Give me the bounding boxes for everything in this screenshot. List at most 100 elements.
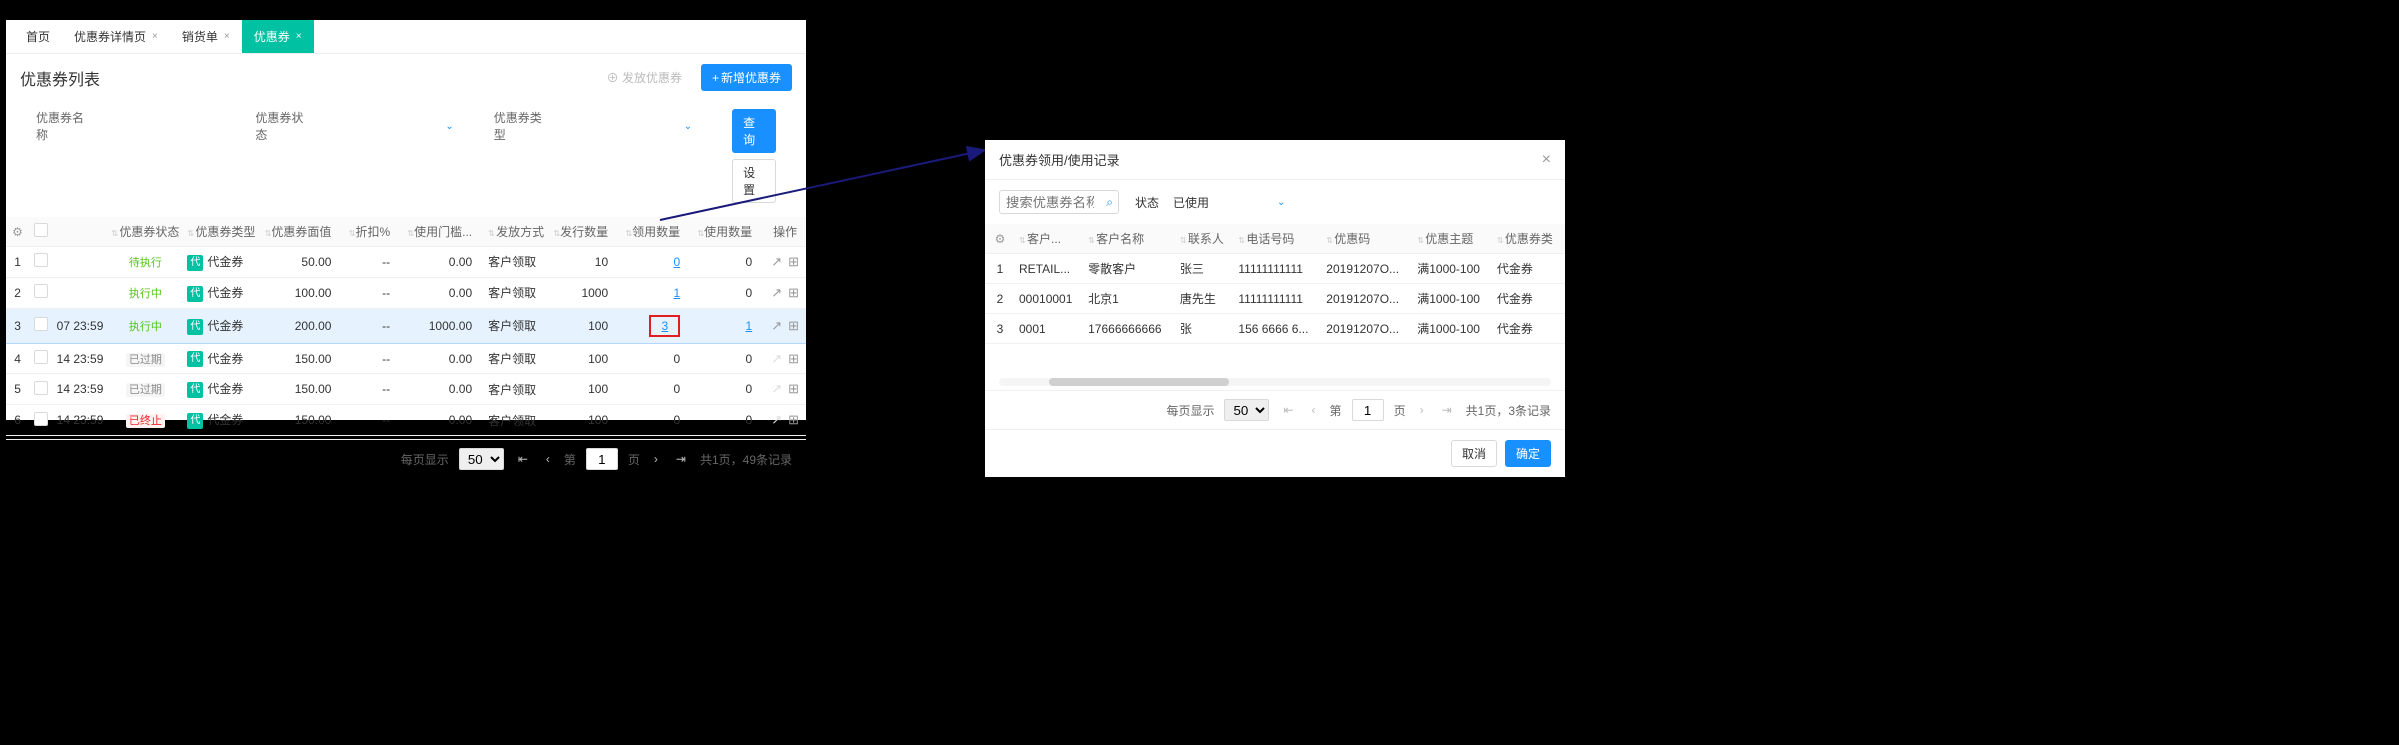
row-checkbox[interactable]	[34, 381, 48, 395]
col-subject[interactable]: 优惠主题	[1413, 224, 1493, 254]
modal-page-input[interactable]	[1352, 399, 1384, 421]
next-page-button[interactable]: ›	[650, 452, 662, 466]
share-icon[interactable]: ↗	[771, 254, 782, 269]
claim-qty-link[interactable]: 1	[673, 286, 680, 300]
prev-page-button[interactable]: ‹	[542, 452, 554, 466]
table-row[interactable]: 3000117666666666张156 6666 6...20191207O.…	[985, 314, 1565, 344]
table-row[interactable]: 414 23:59已过期代代金券150.00--0.00客户领取10000↗⊞	[6, 343, 806, 374]
qrcode-icon[interactable]: ⊞	[788, 254, 799, 269]
table-row[interactable]: 1待执行代代金券50.00--0.00客户领取1000↗⊞	[6, 247, 806, 278]
col-phone[interactable]: 电话号码	[1234, 224, 1322, 254]
row-checkbox[interactable]	[34, 284, 48, 298]
modal-search-input[interactable]	[999, 190, 1119, 214]
filter-status-select[interactable]	[320, 114, 453, 138]
filter-name-input[interactable]	[95, 114, 215, 138]
table-row[interactable]: 307 23:59执行中代代金券200.00--1000.00客户领取10031…	[6, 308, 806, 343]
gear-icon[interactable]	[12, 225, 23, 239]
modal-prev-page[interactable]: ‹	[1308, 403, 1320, 417]
per-page-select[interactable]: 50	[459, 448, 504, 470]
modal-title: 优惠券领用/使用记录	[999, 150, 1120, 169]
col-use-qty[interactable]: 使用数量	[692, 217, 764, 247]
qrcode-icon[interactable]: ⊞	[788, 412, 799, 427]
col-claim-qty[interactable]: 领用数量	[620, 217, 692, 247]
modal-next-page[interactable]: ›	[1416, 403, 1428, 417]
table-row[interactable]: 200010001北京1唐先生1111111111120191207O...满1…	[985, 284, 1565, 314]
page-input[interactable]	[586, 448, 618, 470]
modal-pager: 每页显示 50 ⇤ ‹ 第 页 › ⇥ 共1页，3条记录	[985, 390, 1565, 429]
tab[interactable]: 销货单 ×	[170, 20, 242, 53]
col-cust-no[interactable]: 客户...	[1015, 224, 1084, 254]
select-all-checkbox[interactable]	[34, 223, 48, 237]
col-code[interactable]: 优惠码	[1322, 224, 1413, 254]
row-checkbox[interactable]	[34, 253, 48, 267]
col-discount[interactable]: 折扣%	[343, 217, 402, 247]
close-icon[interactable]: ×	[296, 31, 302, 42]
modal-per-page-select[interactable]: 50	[1224, 399, 1269, 421]
coupon-list-panel: 首页优惠券详情页×销货单×优惠券× 优惠券列表 ⊕ 发放优惠券 +新增优惠券 优…	[6, 20, 806, 420]
col-issue-qty[interactable]: 发行数量	[548, 217, 620, 247]
claim-qty-highlight[interactable]: 3	[649, 315, 680, 337]
row-checkbox[interactable]	[34, 350, 48, 364]
use-qty-link[interactable]: 1	[746, 319, 753, 333]
col-type[interactable]: 优惠券类型	[183, 217, 259, 247]
status-badge: 已过期	[126, 353, 165, 367]
table-row[interactable]: 1RETAIL...零散客户张三1111111111120191207O...满…	[985, 254, 1565, 284]
row-checkbox[interactable]	[34, 317, 48, 331]
search-icon[interactable]: ⌕	[1106, 195, 1113, 210]
tab-bar: 首页优惠券详情页×销货单×优惠券×	[6, 20, 806, 54]
first-page-button[interactable]: ⇤	[514, 452, 532, 466]
qrcode-icon[interactable]: ⊞	[788, 351, 799, 366]
filter-type-label: 优惠券类型	[494, 109, 551, 143]
share-icon: ↗	[771, 351, 782, 366]
chevron-down-icon	[684, 121, 692, 132]
col-threshold[interactable]: 使用门槛...	[402, 217, 484, 247]
type-badge-icon: 代	[187, 413, 203, 429]
tab[interactable]: 优惠券×	[242, 20, 314, 53]
qrcode-icon[interactable]: ⊞	[788, 285, 799, 300]
tab-label: 优惠券详情页	[74, 28, 146, 45]
col-status[interactable]: 优惠券状态	[107, 217, 183, 247]
close-icon[interactable]: ×	[224, 31, 230, 42]
horizontal-scrollbar[interactable]	[999, 378, 1551, 386]
col-method[interactable]: 发放方式	[484, 217, 548, 247]
confirm-button[interactable]: 确定	[1505, 440, 1551, 467]
filter-bar: 优惠券名称 优惠券状态 优惠券类型 查询 设置	[6, 101, 806, 217]
modal-first-page[interactable]: ⇤	[1279, 403, 1297, 417]
col-type[interactable]: 优惠券类	[1493, 224, 1565, 254]
type-badge-icon: 代	[187, 351, 203, 367]
query-button[interactable]: 查询	[732, 109, 776, 153]
share-icon[interactable]: ↗	[771, 318, 782, 333]
close-icon[interactable]: ×	[152, 31, 158, 42]
type-badge-icon: 代	[187, 286, 203, 302]
table-row[interactable]: 2执行中代代金券100.00--0.00客户领取100010↗⊞	[6, 277, 806, 308]
col-contact[interactable]: 联系人	[1176, 224, 1235, 254]
gear-icon[interactable]	[995, 232, 1006, 246]
tab[interactable]: 首页	[14, 20, 62, 53]
share-icon: ↗	[771, 412, 782, 427]
chevron-down-icon	[445, 121, 453, 132]
col-face[interactable]: 优惠券面值	[259, 217, 343, 247]
chevron-down-icon[interactable]	[1277, 197, 1285, 208]
status-badge: 执行中	[126, 287, 165, 301]
claim-qty-link[interactable]: 0	[673, 255, 680, 269]
col-cust-name[interactable]: 客户名称	[1084, 224, 1176, 254]
tab-label: 销货单	[182, 28, 218, 45]
filter-type-select[interactable]	[559, 114, 692, 138]
cancel-button[interactable]: 取消	[1451, 440, 1497, 467]
close-icon[interactable]: ×	[1542, 151, 1551, 169]
add-coupon-label: 新增优惠券	[721, 71, 781, 85]
tab[interactable]: 优惠券详情页 ×	[62, 20, 170, 53]
last-page-button[interactable]: ⇥	[672, 452, 690, 466]
add-coupon-button[interactable]: +新增优惠券	[701, 64, 792, 91]
settings-button[interactable]: 设置	[732, 159, 776, 203]
table-row[interactable]: 614 23:59已终止代代金券150.00--0.00客户领取10000↗⊞	[6, 405, 806, 436]
qrcode-icon[interactable]: ⊞	[788, 381, 799, 396]
qrcode-icon[interactable]: ⊞	[788, 318, 799, 333]
modal-last-page[interactable]: ⇥	[1438, 403, 1456, 417]
share-icon[interactable]: ↗	[771, 285, 782, 300]
table-row[interactable]: 514 23:59已过期代代金券150.00--0.00客户领取10000↗⊞	[6, 374, 806, 405]
coupon-table: 优惠券状态 优惠券类型 优惠券面值 折扣% 使用门槛... 发放方式 发行数量 …	[6, 217, 806, 439]
issue-coupon-button[interactable]: ⊕ 发放优惠券	[596, 64, 693, 91]
row-checkbox[interactable]	[34, 412, 48, 426]
modal-status-value[interactable]: 已使用	[1173, 194, 1209, 211]
